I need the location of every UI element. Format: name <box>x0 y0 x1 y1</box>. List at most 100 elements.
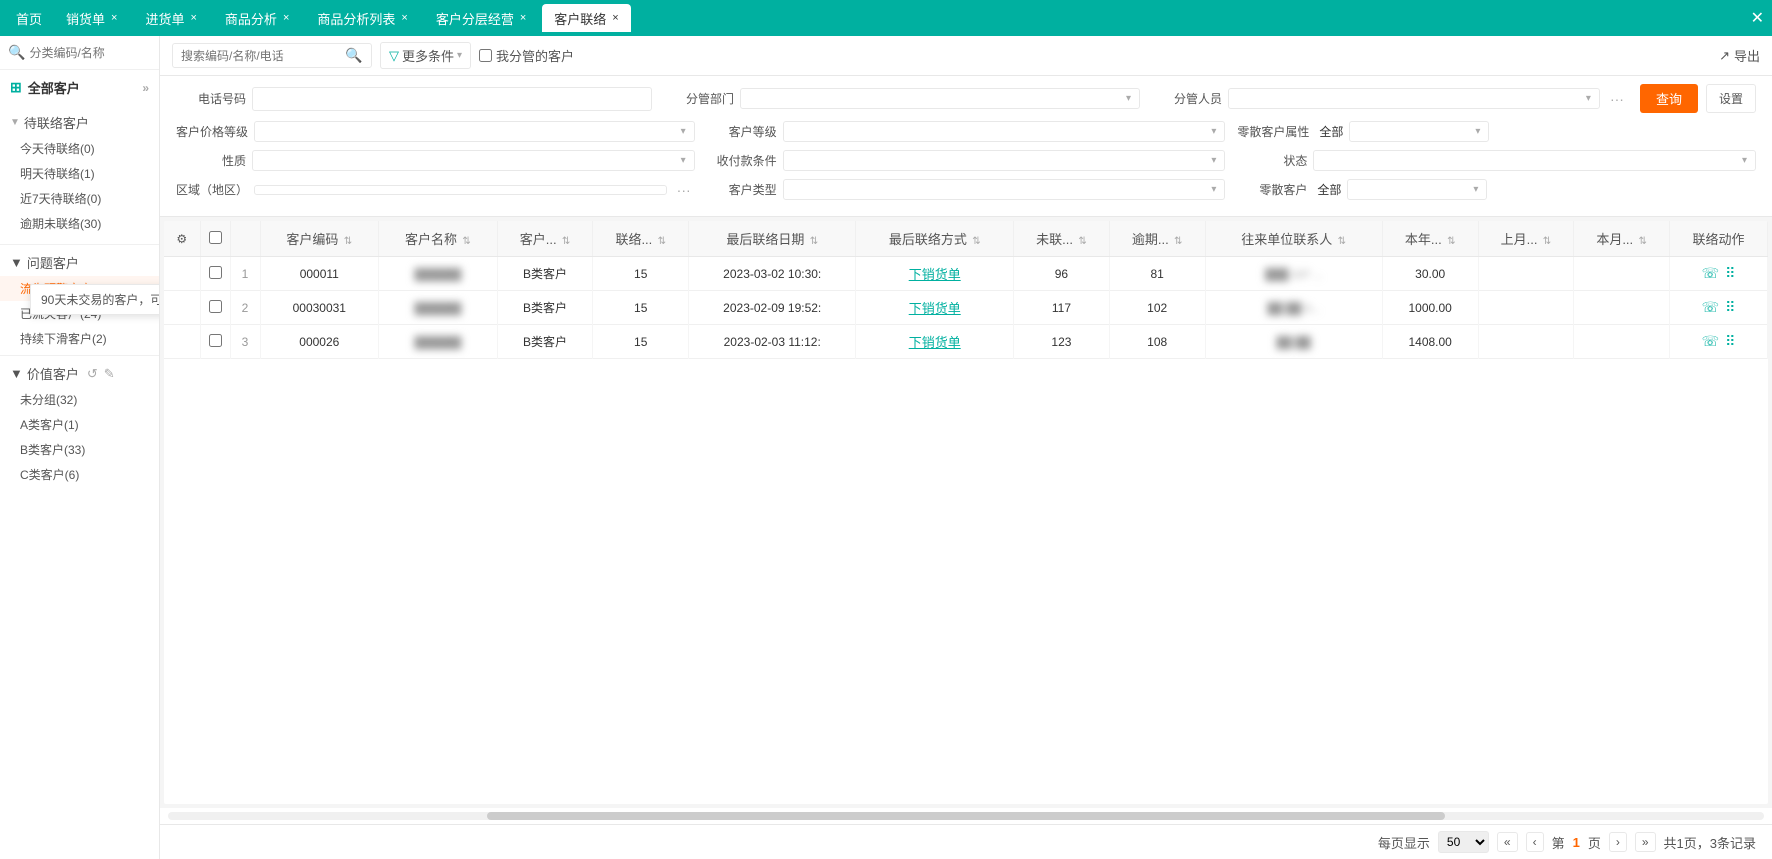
sidebar-search-input[interactable] <box>29 46 160 60</box>
select-price-tier[interactable]: ▾ <box>254 121 695 142</box>
sidebar-item-overdue[interactable]: 逾期未联络(30) <box>0 211 159 236</box>
nav-tab-purchase[interactable]: 进货单 × <box>133 4 208 32</box>
cell-checkbox[interactable] <box>200 291 230 325</box>
select-status[interactable]: ▾ <box>1313 150 1756 171</box>
select-region[interactable] <box>254 185 667 195</box>
th-this-month[interactable]: 本月... ⇅ <box>1574 221 1670 257</box>
select-all-checkbox[interactable] <box>209 231 222 244</box>
sidebar-item-today[interactable]: 今天待联络(0) <box>0 136 159 161</box>
th-last-contact-way[interactable]: 最后联络方式 ⇅ <box>856 221 1014 257</box>
scrollbar-thumb[interactable] <box>487 812 1445 820</box>
select-payment[interactable]: ▾ <box>783 150 1226 171</box>
th-this-year[interactable]: 本年... ⇅ <box>1382 221 1478 257</box>
cell-last-month <box>1478 291 1574 325</box>
next-page-button[interactable]: › <box>1609 832 1627 852</box>
my-customers-check[interactable] <box>479 49 492 62</box>
th-contact[interactable]: 联络... ⇅ <box>593 221 689 257</box>
label-region: 区域（地区） <box>176 181 248 198</box>
retail-customer-value: 全部 <box>1317 181 1341 198</box>
th-last-month[interactable]: 上月... ⇅ <box>1478 221 1574 257</box>
horizontal-scrollbar[interactable] <box>160 808 1772 824</box>
select-manager[interactable]: ▾ <box>1228 88 1600 109</box>
my-customers-checkbox[interactable]: 我分管的客户 <box>479 46 574 65</box>
nav-tab-analysis-list[interactable]: 商品分析列表 × <box>305 4 419 32</box>
chevron-down-icon8: ▾ <box>1211 155 1216 166</box>
th-name[interactable]: 客户名称 ⇅ <box>379 221 498 257</box>
row-checkbox-1[interactable] <box>209 300 222 313</box>
cell-checkbox[interactable] <box>200 325 230 359</box>
cell-last-contact-way[interactable]: 下销货单 <box>856 291 1014 325</box>
contact-icon-2[interactable]: ☏ <box>1702 333 1720 350</box>
select-retail-attr[interactable]: ▾ <box>1349 121 1489 142</box>
query-button[interactable]: 查询 <box>1640 84 1698 113</box>
more-action-icon-2[interactable]: ⠿ <box>1725 333 1735 350</box>
sidebar-section-pending-title[interactable]: ▼ 待联络客户 <box>0 109 159 136</box>
more-icon-manager[interactable]: ··· <box>1606 91 1628 107</box>
th-uncontact[interactable]: 未联... ⇅ <box>1014 221 1110 257</box>
select-dept[interactable]: ▾ <box>740 88 1140 109</box>
th-settings[interactable]: ⚙ <box>164 221 200 257</box>
nav-tab-analysis[interactable]: 商品分析 × <box>213 4 301 32</box>
nav-tab-customer-tier[interactable]: 客户分层经营 × <box>424 4 538 32</box>
sidebar-section-value-title[interactable]: ▼ 价值客户 ↺ ✎ <box>0 360 159 387</box>
cell-last-contact-way[interactable]: 下销货单 <box>856 257 1014 291</box>
th-code[interactable]: 客户编码 ⇅ <box>260 221 379 257</box>
row-checkbox-2[interactable] <box>209 334 222 347</box>
nav-home[interactable]: 首页 <box>8 9 50 28</box>
select-retail-customer[interactable]: ▾ <box>1347 179 1487 200</box>
th-last-contact-date[interactable]: 最后联络日期 ⇅ <box>689 221 856 257</box>
collapse-icon: » <box>142 81 149 95</box>
sidebar-section-problem-title[interactable]: ▼ 问题客户 <box>0 249 159 276</box>
select-nature[interactable]: ▾ <box>252 150 695 171</box>
sidebar-item-class-c[interactable]: C类客户(6) <box>0 462 159 487</box>
nav-tab-sales[interactable]: 销货单 × <box>54 4 129 32</box>
cell-last-contact-date: 2023-03-02 10:30: <box>689 257 856 291</box>
cell-uncontact: 123 <box>1014 325 1110 359</box>
sidebar-item-class-b[interactable]: B类客户(33) <box>0 437 159 462</box>
last-page-button[interactable]: » <box>1635 832 1656 852</box>
pagination: 每页显示 50 20 100 « ‹ 第 1 页 › » 共1页，3条记录 <box>160 824 1772 859</box>
th-unit-contact[interactable]: 往来单位联系人 ⇅ <box>1205 221 1382 257</box>
th-overdue[interactable]: 逾期... ⇅ <box>1109 221 1205 257</box>
close-customer-tier-tab[interactable]: × <box>520 12 526 24</box>
nav-tab-customer-connect[interactable]: 客户联络 × <box>542 4 630 32</box>
sidebar-item-class-a[interactable]: A类客户(1) <box>0 412 159 437</box>
cell-last-contact-way[interactable]: 下销货单 <box>856 325 1014 359</box>
export-button[interactable]: ↗ 导出 <box>1719 46 1760 65</box>
toolbar-search-button[interactable]: 🔍 <box>345 47 362 64</box>
sidebar-item-tomorrow[interactable]: 明天待联络(1) <box>0 161 159 186</box>
close-analysis-tab[interactable]: × <box>283 12 289 24</box>
sidebar-item-declining[interactable]: 持续下滑客户(2) <box>0 326 159 351</box>
close-analysis-list-tab[interactable]: × <box>401 12 407 24</box>
toolbar-search-input[interactable] <box>181 49 341 63</box>
select-customer-tier[interactable]: ▾ <box>783 121 1226 142</box>
sidebar-item-ungroup[interactable]: 未分组(32) <box>0 387 159 412</box>
more-action-icon-1[interactable]: ⠿ <box>1725 299 1735 316</box>
contact-icon-1[interactable]: ☏ <box>1702 299 1720 316</box>
filter-field-retail-customer: 零散客户 全部 ▾ <box>1237 179 1756 200</box>
more-icon-region[interactable]: ··· <box>673 182 695 198</box>
sidebar-item-7days[interactable]: 近7天待联络(0) <box>0 186 159 211</box>
current-page: 1 <box>1573 835 1580 850</box>
contact-icon-0[interactable]: ☏ <box>1702 265 1720 282</box>
refresh-icon[interactable]: ↺ <box>87 366 98 382</box>
edit-icon[interactable]: ✎ <box>104 366 115 382</box>
settings-button[interactable]: 设置 <box>1706 84 1756 113</box>
first-page-button[interactable]: « <box>1497 832 1518 852</box>
sidebar-all-customers[interactable]: ⊞ 全部客户 » <box>0 70 159 105</box>
cell-checkbox[interactable] <box>200 257 230 291</box>
label-retail-attr: 零散客户属性 <box>1237 123 1309 140</box>
row-checkbox-0[interactable] <box>209 266 222 279</box>
select-customer-type[interactable]: ▾ <box>783 179 1226 200</box>
close-purchase-tab[interactable]: × <box>190 12 196 24</box>
close-all-tabs[interactable]: ✕ <box>1751 8 1764 28</box>
prev-page-button[interactable]: ‹ <box>1526 832 1544 852</box>
input-phone[interactable] <box>252 87 652 111</box>
close-sales-tab[interactable]: × <box>111 12 117 24</box>
per-page-select[interactable]: 50 20 100 <box>1438 831 1489 853</box>
more-conditions-button[interactable]: ▽ 更多条件 ▾ <box>380 42 471 69</box>
label-status: 状态 <box>1237 152 1307 169</box>
close-customer-connect-tab[interactable]: × <box>612 12 618 24</box>
more-action-icon-0[interactable]: ⠿ <box>1725 265 1735 282</box>
th-type[interactable]: 客户... ⇅ <box>497 221 593 257</box>
